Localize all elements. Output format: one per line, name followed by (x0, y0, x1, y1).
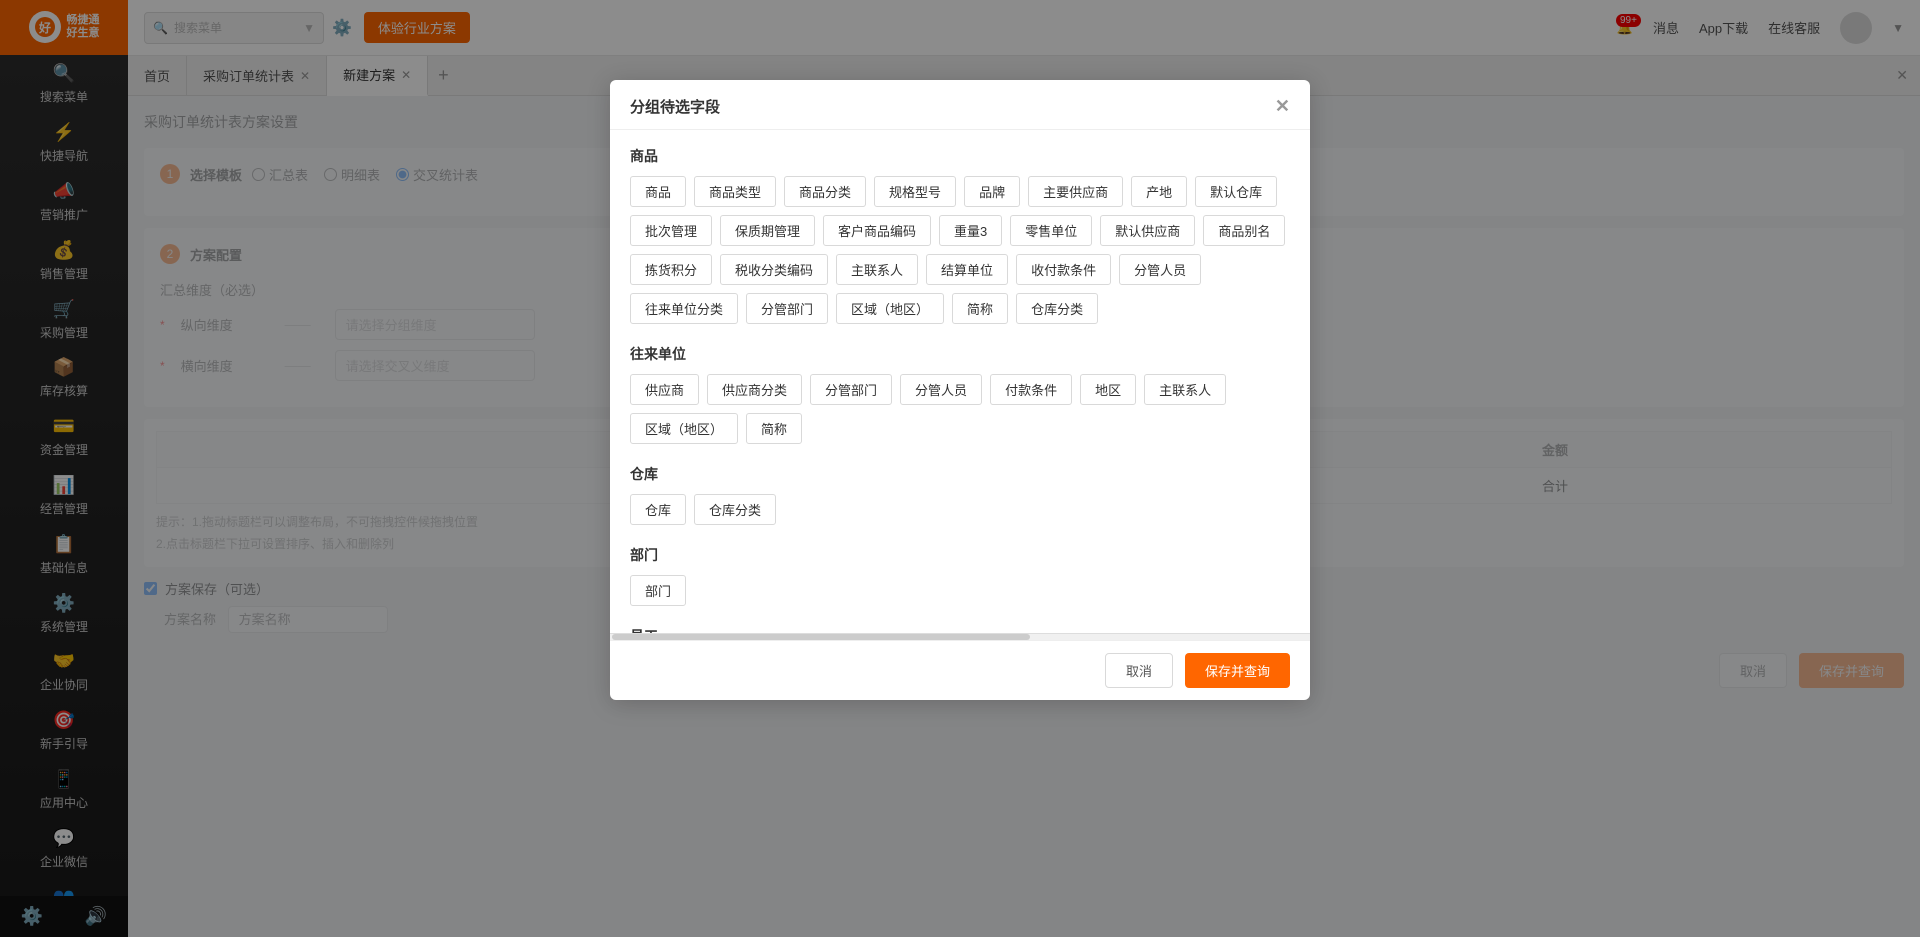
field-region-goods[interactable]: 区域（地区） (836, 293, 944, 324)
section-department: 部门 部门 (630, 545, 1290, 606)
field-manager-partner[interactable]: 分管人员 (900, 374, 982, 405)
section-partner-title: 往来单位 (630, 344, 1290, 364)
modal-title: 分组待选字段 (630, 96, 720, 117)
field-tax-code[interactable]: 税收分类编码 (720, 254, 828, 285)
modal-cancel-button[interactable]: 取消 (1105, 653, 1173, 688)
warehouse-field-grid: 仓库 仓库分类 (630, 494, 1290, 525)
section-goods: 商品 商品 商品类型 商品分类 规格型号 品牌 主要供应商 产地 默认仓库 批次… (630, 146, 1290, 324)
modal-footer: 取消 保存并查询 (610, 640, 1310, 700)
field-retail-unit[interactable]: 零售单位 (1010, 215, 1092, 246)
field-batch[interactable]: 批次管理 (630, 215, 712, 246)
field-warehouse-category[interactable]: 仓库分类 (694, 494, 776, 525)
field-payment-terms[interactable]: 收付款条件 (1016, 254, 1111, 285)
field-warehouse-category-goods[interactable]: 仓库分类 (1016, 293, 1098, 324)
field-supplier[interactable]: 供应商 (630, 374, 699, 405)
field-default-supplier[interactable]: 默认供应商 (1100, 215, 1195, 246)
section-employee-title: 员工 (630, 626, 1290, 633)
field-main-contact-goods[interactable]: 主联系人 (836, 254, 918, 285)
field-partner-category[interactable]: 往来单位分类 (630, 293, 738, 324)
field-pick-points[interactable]: 拣货积分 (630, 254, 712, 285)
section-goods-title: 商品 (630, 146, 1290, 166)
field-main-contact-partner[interactable]: 主联系人 (1144, 374, 1226, 405)
goods-field-grid: 商品 商品类型 商品分类 规格型号 品牌 主要供应商 产地 默认仓库 批次管理 … (630, 176, 1290, 324)
field-origin[interactable]: 产地 (1131, 176, 1187, 207)
field-main-supplier[interactable]: 主要供应商 (1028, 176, 1123, 207)
field-dept-goods[interactable]: 分管部门 (746, 293, 828, 324)
section-employee: 员工 业务员 (630, 626, 1290, 633)
field-goods[interactable]: 商品 (630, 176, 686, 207)
field-settlement-unit[interactable]: 结算单位 (926, 254, 1008, 285)
field-department[interactable]: 部门 (630, 575, 686, 606)
field-goods-alias[interactable]: 商品别名 (1203, 215, 1285, 246)
section-warehouse: 仓库 仓库 仓库分类 (630, 464, 1290, 525)
field-manager-goods[interactable]: 分管人员 (1119, 254, 1201, 285)
field-brand[interactable]: 品牌 (964, 176, 1020, 207)
field-customer-code[interactable]: 客户商品编码 (823, 215, 931, 246)
modal-horizontal-scrollbar[interactable] (610, 633, 1310, 640)
modal-header: 分组待选字段 ✕ (610, 80, 1310, 130)
field-expiry[interactable]: 保质期管理 (720, 215, 815, 246)
field-weight[interactable]: 重量3 (939, 215, 1002, 246)
field-region-partner[interactable]: 区域（地区） (630, 413, 738, 444)
field-warehouse[interactable]: 仓库 (630, 494, 686, 525)
field-payment-cond[interactable]: 付款条件 (990, 374, 1072, 405)
field-spec[interactable]: 规格型号 (874, 176, 956, 207)
partner-field-grid: 供应商 供应商分类 分管部门 分管人员 付款条件 地区 主联系人 区域（地区） … (630, 374, 1290, 444)
section-department-title: 部门 (630, 545, 1290, 565)
field-goods-category[interactable]: 商品分类 (784, 176, 866, 207)
field-short-name-partner[interactable]: 简称 (746, 413, 802, 444)
modal-close-button[interactable]: ✕ (1275, 96, 1290, 117)
section-partner: 往来单位 供应商 供应商分类 分管部门 分管人员 付款条件 地区 主联系人 区域… (630, 344, 1290, 444)
field-short-name-goods[interactable]: 简称 (952, 293, 1008, 324)
field-dept-partner[interactable]: 分管部门 (810, 374, 892, 405)
field-supplier-category[interactable]: 供应商分类 (707, 374, 802, 405)
field-default-warehouse[interactable]: 默认仓库 (1195, 176, 1277, 207)
modal-body[interactable]: 商品 商品 商品类型 商品分类 规格型号 品牌 主要供应商 产地 默认仓库 批次… (610, 130, 1310, 633)
field-area[interactable]: 地区 (1080, 374, 1136, 405)
field-select-modal: 分组待选字段 ✕ 商品 商品 商品类型 商品分类 规格型号 品牌 主要供应商 产… (610, 80, 1310, 700)
modal-confirm-button[interactable]: 保存并查询 (1185, 653, 1290, 688)
field-goods-type[interactable]: 商品类型 (694, 176, 776, 207)
department-field-grid: 部门 (630, 575, 1290, 606)
section-warehouse-title: 仓库 (630, 464, 1290, 484)
